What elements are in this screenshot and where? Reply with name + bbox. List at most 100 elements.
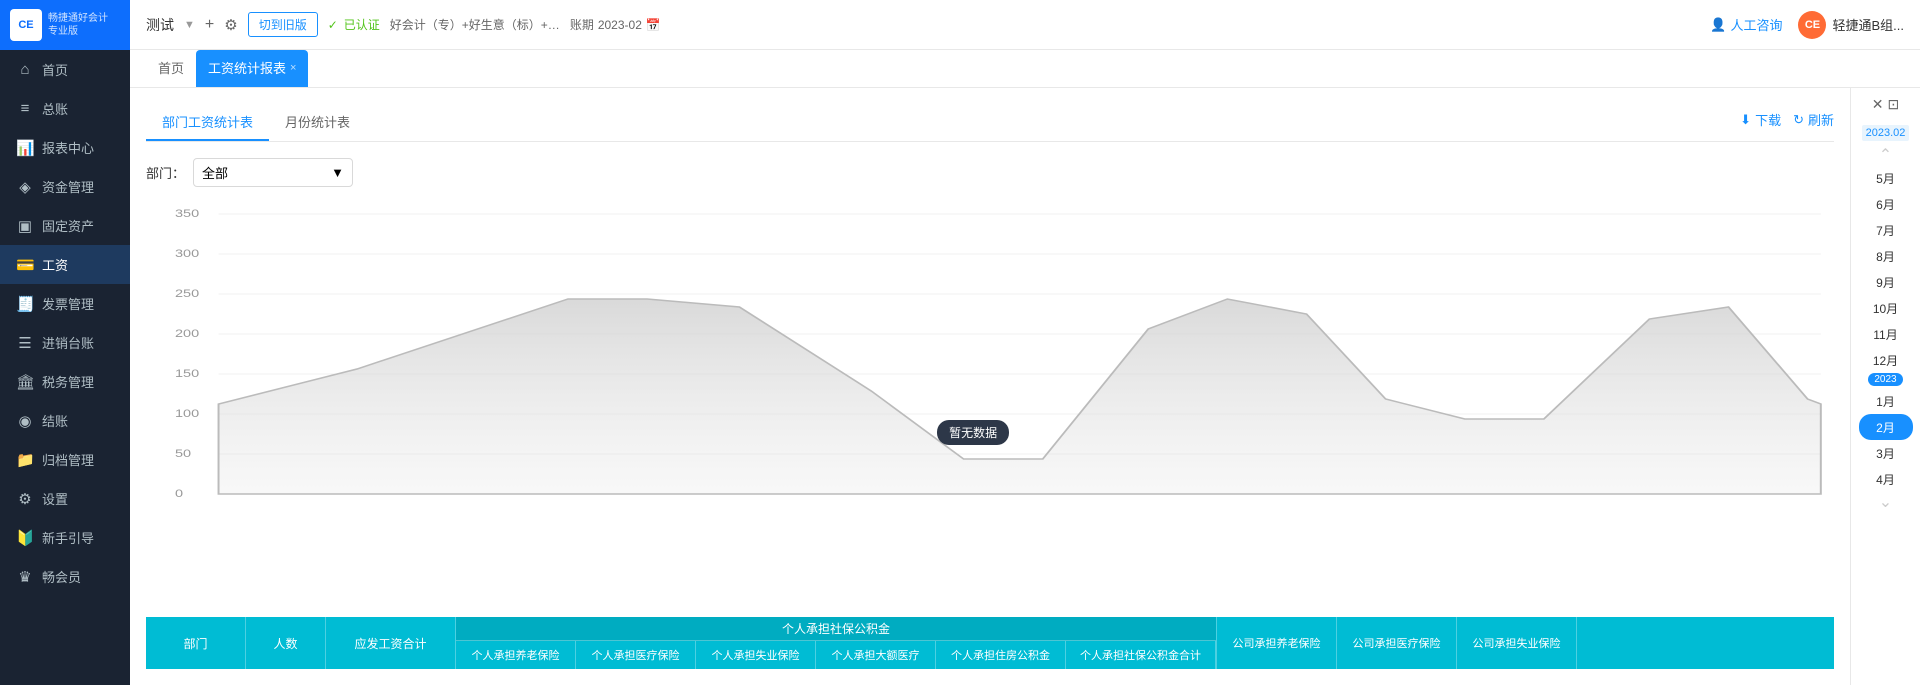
dept-select[interactable]: 全部 ▼: [193, 158, 353, 187]
th-personal-medical: 个人承担医疗保险: [576, 641, 696, 669]
ledger-icon: ≡: [16, 100, 34, 117]
main-area: 测试 ▼ + ⚙ 切到旧版 ✓ 已认证 好会计（专）+好生意（标）+… 账期 2…: [130, 0, 1920, 685]
sales-icon: ☰: [16, 334, 34, 352]
right-panel: ✕ ⊡ 2023.02 ⌃ 5月 6月 7月 8月 9月 10月 11月 12月…: [1850, 88, 1920, 685]
tab-close-icon[interactable]: ×: [290, 62, 296, 74]
nav-up-button[interactable]: ⌃: [1879, 145, 1892, 165]
sidebar-item-funds[interactable]: ◈ 资金管理: [0, 167, 130, 206]
tab-home[interactable]: 首页: [146, 50, 196, 87]
topbar: 测试 ▼ + ⚙ 切到旧版 ✓ 已认证 好会计（专）+好生意（标）+… 账期 2…: [130, 0, 1920, 50]
th-group-sub-cols: 个人承担养老保险 个人承担医疗保险 个人承担失业保险 个人承担大额医疗 个人承担…: [456, 641, 1216, 669]
filter-toolbar: 部门： 全部 ▼: [146, 158, 1834, 187]
current-date-label: 2023.02: [1862, 125, 1910, 141]
download-icon: ⬇: [1740, 112, 1751, 128]
month-4[interactable]: 4月: [1859, 466, 1913, 492]
topbar-tags: 好会计（专）+好生意（标）+…: [390, 16, 560, 33]
topbar-dropdown-icon[interactable]: ▼: [184, 19, 195, 31]
th-personal-bigmedical: 个人承担大额医疗: [816, 641, 936, 669]
sidebar-item-archive[interactable]: 📁 归档管理: [0, 440, 130, 479]
year-badge-2023: 2023: [1868, 373, 1902, 386]
sidebar-item-label: 发票管理: [42, 294, 94, 313]
nav-down-button[interactable]: ⌄: [1879, 492, 1892, 512]
download-button[interactable]: ⬇ 下载: [1740, 110, 1781, 129]
sidebar-item-vip[interactable]: ♛ 畅会员: [0, 557, 130, 596]
username-label: 轻捷通B组...: [1832, 15, 1904, 34]
sub-tabs: 部门工资统计表 月份统计表 ⬇ 下载 ↻ 刷新: [146, 104, 1834, 142]
sidebar-item-tax[interactable]: 🏛 税务管理: [0, 362, 130, 401]
period-value: 2023-02: [598, 18, 642, 32]
month-12[interactable]: 12月: [1859, 347, 1913, 373]
sidebar: CE 畅捷通好会计 专业版 ⌂ 首页 ≡ 总账 📊 报表中心 ◈ 资金管理 ▣ …: [0, 0, 130, 685]
th-personal-total: 个人承担社保公积金合计: [1066, 641, 1216, 669]
sidebar-item-label: 畅会员: [42, 567, 81, 586]
content-area: 部门工资统计表 月份统计表 ⬇ 下载 ↻ 刷新: [130, 88, 1920, 685]
sidebar-item-assets[interactable]: ▣ 固定资产: [0, 206, 130, 245]
sub-tab-dept[interactable]: 部门工资统计表: [146, 104, 269, 141]
tabbar: 首页 工资统计报表 ×: [130, 50, 1920, 88]
guide-icon: 🔰: [16, 529, 34, 547]
month-7[interactable]: 7月: [1859, 217, 1913, 243]
funds-icon: ◈: [16, 178, 34, 196]
sidebar-item-label: 进销台账: [42, 333, 94, 352]
dropdown-arrow-icon: ▼: [331, 165, 344, 180]
cert-label: 已认证: [344, 16, 380, 33]
tax-icon: 🏛: [16, 373, 34, 391]
sidebar-item-salary[interactable]: 💳 工资: [0, 245, 130, 284]
month-9[interactable]: 9月: [1859, 269, 1913, 295]
sidebar-item-ledger[interactable]: ≡ 总账: [0, 89, 130, 128]
tab-salary-report[interactable]: 工资统计报表 ×: [196, 50, 308, 87]
sidebar-item-reports[interactable]: 📊 报表中心: [0, 128, 130, 167]
calendar-icon[interactable]: 📅: [646, 18, 661, 32]
sidebar-item-label: 新手引导: [42, 528, 94, 547]
month-1[interactable]: 1月: [1859, 388, 1913, 414]
month-2[interactable]: 2月: [1859, 414, 1913, 440]
month-10[interactable]: 10月: [1859, 295, 1913, 321]
svg-text:150: 150: [175, 367, 199, 380]
assets-icon: ▣: [16, 217, 34, 235]
sidebar-item-settings[interactable]: ⚙ 设置: [0, 479, 130, 518]
sidebar-item-label: 固定资产: [42, 216, 94, 235]
panel-close-icon[interactable]: ✕: [1872, 96, 1884, 117]
sub-tab-monthly[interactable]: 月份统计表: [269, 104, 366, 141]
panel-expand-icon[interactable]: ⊡: [1888, 96, 1900, 113]
sidebar-item-label: 设置: [42, 489, 68, 508]
sidebar-item-label: 结账: [42, 411, 68, 430]
settings-button[interactable]: ⚙: [224, 16, 237, 34]
user-avatar: CE: [1798, 11, 1826, 39]
sidebar-item-label: 工资: [42, 255, 68, 274]
logo-icon: CE: [10, 9, 42, 41]
refresh-button[interactable]: ↻ 刷新: [1793, 110, 1834, 129]
sidebar-item-label: 归档管理: [42, 450, 94, 469]
month-3[interactable]: 3月: [1859, 440, 1913, 466]
month-11[interactable]: 11月: [1859, 321, 1913, 347]
svg-text:200: 200: [175, 327, 199, 340]
month-6[interactable]: 6月: [1859, 191, 1913, 217]
settings-icon: ⚙: [16, 490, 34, 508]
th-personal-pension: 个人承担养老保险: [456, 641, 576, 669]
user-menu[interactable]: CE 轻捷通B组...: [1798, 11, 1904, 39]
sidebar-item-sales[interactable]: ☰ 进销台账: [0, 323, 130, 362]
sidebar-item-label: 报表中心: [42, 138, 94, 157]
refresh-icon: ↻: [1793, 112, 1804, 128]
sidebar-item-label: 首页: [42, 60, 68, 79]
sidebar-item-settle[interactable]: ◉ 结账: [0, 401, 130, 440]
month-8[interactable]: 8月: [1859, 243, 1913, 269]
consultant-button[interactable]: 👤 人工咨询: [1710, 15, 1782, 34]
sidebar-item-home[interactable]: ⌂ 首页: [0, 50, 130, 89]
archive-icon: 📁: [16, 451, 34, 469]
add-button[interactable]: +: [205, 16, 214, 34]
sidebar-item-invoice[interactable]: 🧾 发票管理: [0, 284, 130, 323]
consultant-icon: 👤: [1710, 17, 1726, 33]
cert-dot: ✓: [328, 18, 338, 32]
home-icon: ⌂: [16, 61, 34, 78]
month-5[interactable]: 5月: [1859, 165, 1913, 191]
svg-text:300: 300: [175, 247, 199, 260]
switch-version-button[interactable]: 切到旧版: [248, 12, 318, 37]
reports-icon: 📊: [16, 139, 34, 157]
svg-text:250: 250: [175, 287, 199, 300]
topbar-right: 👤 人工咨询 CE 轻捷通B组...: [1710, 11, 1904, 39]
app-logo: CE 畅捷通好会计 专业版: [0, 0, 130, 50]
invoice-icon: 🧾: [16, 295, 34, 313]
dept-label: 部门：: [146, 163, 185, 182]
sidebar-item-guide[interactable]: 🔰 新手引导: [0, 518, 130, 557]
